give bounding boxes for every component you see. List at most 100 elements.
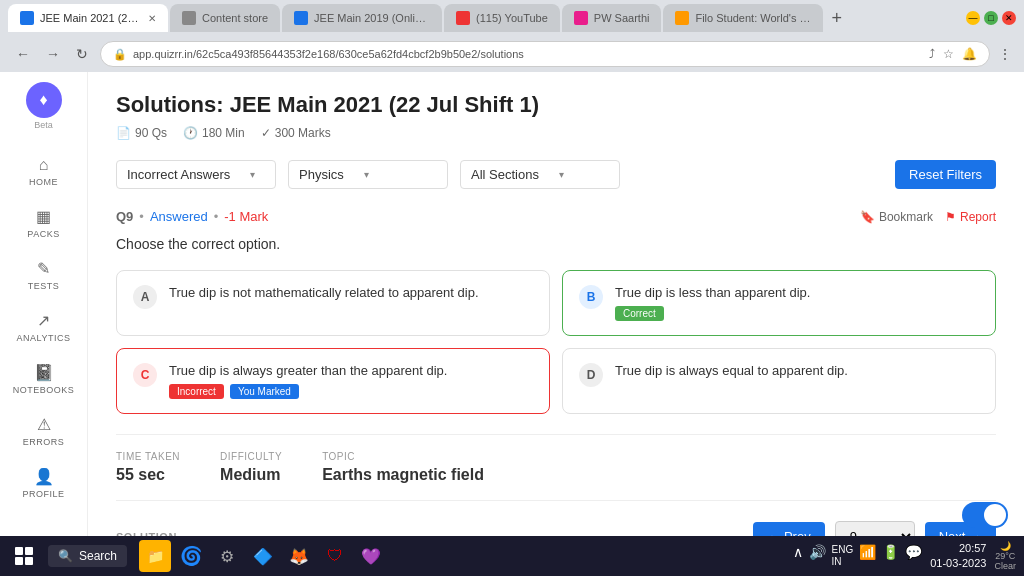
- stat-topic: TOPIC Earths magnetic field: [322, 451, 484, 484]
- sidebar-item-tests[interactable]: ✎ TESTS: [0, 249, 87, 301]
- sidebar-label-tests: TESTS: [28, 281, 60, 291]
- filter-incorrect-label: Incorrect Answers: [127, 167, 230, 182]
- flag-icon: ⚑: [945, 210, 956, 224]
- packs-icon: ▦: [36, 207, 51, 226]
- extensions-icon[interactable]: ⋮: [998, 46, 1012, 62]
- minimize-button[interactable]: —: [966, 11, 980, 25]
- tab-favicon: [20, 11, 34, 25]
- filter-section[interactable]: All Sections ▾: [460, 160, 620, 189]
- option-b-text: True dip is less than apparent dip.: [615, 285, 810, 300]
- option-a-content: True dip is not mathematically related t…: [169, 285, 479, 300]
- filter-subject-label: Physics: [299, 167, 344, 182]
- toggle-thumb: [984, 504, 1006, 526]
- answered-badge: Answered: [150, 209, 208, 224]
- analytics-icon: ↗: [37, 311, 50, 330]
- tab-content-store[interactable]: Content store: [170, 4, 280, 32]
- question-container: Q9 • Answered • -1 Mark 🔖 Bookmark ⚑ Rep…: [116, 209, 996, 536]
- close-button[interactable]: ✕: [1002, 11, 1016, 25]
- option-c-letter: C: [133, 363, 157, 387]
- option-c-text: True dip is always greater than the appa…: [169, 363, 447, 378]
- difficulty-value: Medium: [220, 466, 282, 484]
- option-d-letter: D: [579, 363, 603, 387]
- share-icon[interactable]: ⤴: [929, 47, 935, 61]
- topic-value: Earths magnetic field: [322, 466, 484, 484]
- notebooks-icon: 📓: [34, 363, 54, 382]
- document-icon: 📄: [116, 126, 131, 140]
- reload-button[interactable]: ↻: [72, 44, 92, 64]
- sidebar-item-packs[interactable]: ▦ PACKS: [0, 197, 87, 249]
- tab-favicon: [456, 11, 470, 25]
- filter-subject[interactable]: Physics ▾: [288, 160, 448, 189]
- stat-time: TIME TAKEN 55 sec: [116, 451, 180, 484]
- report-button[interactable]: ⚑ Report: [945, 210, 996, 224]
- option-c-content: True dip is always greater than the appa…: [169, 363, 447, 399]
- dot-separator: •: [214, 209, 219, 224]
- tab-filo[interactable]: Filo Student: World's Only Live ...: [663, 4, 823, 32]
- tab-label: PW Saarthi: [594, 12, 650, 24]
- sidebar-item-profile[interactable]: 👤 PROFILE: [0, 457, 87, 509]
- sidebar-item-home[interactable]: ⌂ HOME: [0, 146, 87, 197]
- chevron-down-icon: ▾: [364, 169, 369, 180]
- prev-button[interactable]: ← Prev: [753, 522, 824, 536]
- reset-filters-button[interactable]: Reset Filters: [895, 160, 996, 189]
- tab-favicon: [182, 11, 196, 25]
- toggle-container[interactable]: [962, 502, 1008, 528]
- check-icon: ✓: [261, 126, 271, 140]
- tests-icon: ✎: [37, 259, 50, 278]
- errors-icon: ⚠: [37, 415, 51, 434]
- forward-button[interactable]: →: [42, 44, 64, 64]
- logo: ♦ Beta: [26, 82, 62, 130]
- url-text: app.quizrr.in/62c5ca493f85644353f2e168/6…: [133, 48, 524, 60]
- profile-icon: 👤: [34, 467, 54, 486]
- solution-nav: SOLUTION ← Prev 9 1234 5678 10 Next →: [116, 521, 996, 536]
- tab-label: Filo Student: World's Only Live ...: [695, 12, 811, 24]
- toggle-switch[interactable]: [962, 502, 1008, 528]
- option-b-content: True dip is less than apparent dip. Corr…: [615, 285, 810, 321]
- question-actions: 🔖 Bookmark ⚑ Report: [860, 210, 996, 224]
- sidebar-label-notebooks: NOTEBOOKS: [13, 385, 75, 395]
- tab-pw-saarthi[interactable]: PW Saarthi: [562, 4, 662, 32]
- option-a-text: True dip is not mathematically related t…: [169, 285, 479, 300]
- sidebar: ♦ Beta ⌂ HOME ▦ PACKS ✎ TESTS ↗ ANALYTIC…: [0, 72, 88, 536]
- page-title: Solutions: JEE Main 2021 (22 Jul Shift 1…: [116, 92, 996, 118]
- meta-time: 🕐 180 Min: [183, 126, 245, 140]
- back-button[interactable]: ←: [12, 44, 34, 64]
- question-header: Q9 • Answered • -1 Mark 🔖 Bookmark ⚑ Rep…: [116, 209, 996, 224]
- sidebar-item-errors[interactable]: ⚠ ERRORS: [0, 405, 87, 457]
- sidebar-item-notebooks[interactable]: 📓 NOTEBOOKS: [0, 353, 87, 405]
- bookmark-button[interactable]: 🔖 Bookmark: [860, 210, 933, 224]
- filter-incorrect[interactable]: Incorrect Answers ▾: [116, 160, 276, 189]
- tab-favicon: [574, 11, 588, 25]
- tab-active[interactable]: JEE Main 2021 (22 Jul Shift 1 ✕: [8, 4, 168, 32]
- url-bar[interactable]: 🔒 app.quizrr.in/62c5ca493f85644353f2e168…: [100, 41, 990, 67]
- option-c-badges: Incorrect You Marked: [169, 384, 447, 399]
- chevron-down-icon: ▾: [559, 169, 564, 180]
- tab-youtube[interactable]: (115) YouTube: [444, 4, 560, 32]
- dot-separator: •: [139, 209, 144, 224]
- clock-icon: 🕐: [183, 126, 198, 140]
- bookmark-icon: 🔖: [860, 210, 875, 224]
- filters-bar: Incorrect Answers ▾ Physics ▾ All Sectio…: [116, 160, 996, 189]
- stats-row: TIME TAKEN 55 sec DIFFICULTY Medium TOPI…: [116, 434, 996, 501]
- sidebar-label-analytics: ANALYTICS: [17, 333, 71, 343]
- difficulty-label: DIFFICULTY: [220, 451, 282, 462]
- bookmark-star-icon[interactable]: ☆: [943, 47, 954, 61]
- mark-badge: -1 Mark: [224, 209, 268, 224]
- sidebar-label-errors: ERRORS: [23, 437, 65, 447]
- home-icon: ⌂: [39, 156, 49, 174]
- option-d-text: True dip is always equal to apparent dip…: [615, 363, 848, 378]
- tab-jee-2019[interactable]: JEE Main 2019 (Online) 8th Apr...: [282, 4, 442, 32]
- option-b: B True dip is less than apparent dip. Co…: [562, 270, 996, 336]
- tab-label: Content store: [202, 12, 268, 24]
- page-select[interactable]: 9 1234 5678 10: [835, 521, 915, 536]
- sidebar-item-analytics[interactable]: ↗ ANALYTICS: [0, 301, 87, 353]
- question-text: Choose the correct option.: [116, 236, 996, 252]
- sidebar-label-profile: PROFILE: [22, 489, 64, 499]
- tab-close-icon[interactable]: ✕: [148, 13, 156, 24]
- maximize-button[interactable]: □: [984, 11, 998, 25]
- incorrect-badge: Incorrect: [169, 384, 224, 399]
- new-tab-button[interactable]: +: [825, 8, 848, 29]
- meta-marks: ✓ 300 Marks: [261, 126, 331, 140]
- option-c: C True dip is always greater than the ap…: [116, 348, 550, 414]
- tab-favicon: [675, 11, 689, 25]
